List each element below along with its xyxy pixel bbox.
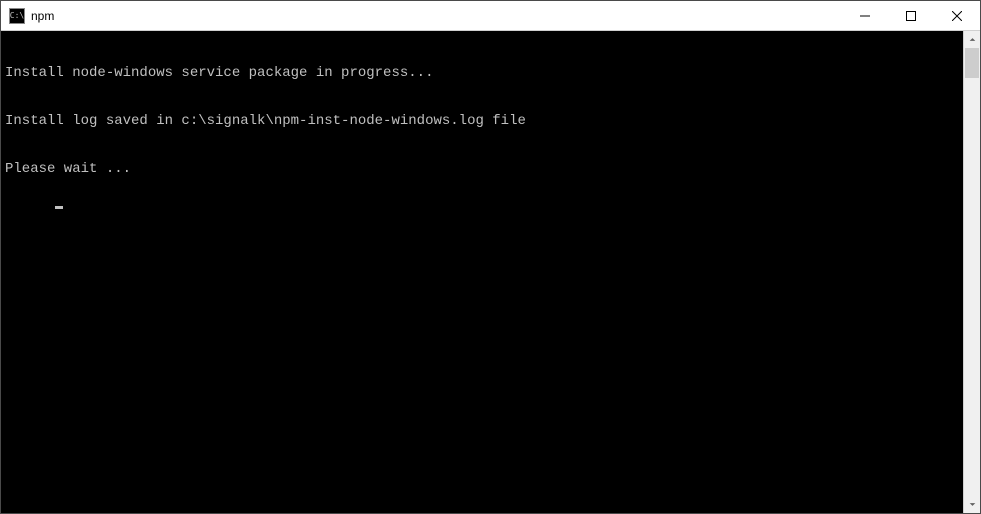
scroll-thumb[interactable]: [965, 48, 979, 78]
content-area: Install node-windows service package in …: [1, 31, 980, 513]
terminal-line: Install node-windows service package in …: [5, 65, 959, 81]
chevron-down-icon: [969, 501, 976, 508]
window-title: npm: [31, 9, 842, 23]
window-controls: [842, 1, 980, 30]
app-icon: C:\: [9, 8, 25, 24]
app-icon-text: C:\: [10, 12, 24, 20]
console-window: C:\ npm Install node-wi: [0, 0, 981, 514]
close-icon: [952, 11, 962, 21]
scroll-track[interactable]: [964, 48, 980, 496]
vertical-scrollbar[interactable]: [963, 31, 980, 513]
scroll-up-button[interactable]: [964, 31, 980, 48]
terminal-line: Install log saved in c:\signalk\npm-inst…: [5, 113, 959, 129]
maximize-icon: [906, 11, 916, 21]
terminal-output[interactable]: Install node-windows service package in …: [1, 31, 963, 513]
terminal-line: Please wait ...: [5, 161, 959, 177]
minimize-button[interactable]: [842, 1, 888, 30]
minimize-icon: [860, 11, 870, 21]
cursor: [55, 206, 63, 209]
close-button[interactable]: [934, 1, 980, 30]
chevron-up-icon: [969, 36, 976, 43]
titlebar[interactable]: C:\ npm: [1, 1, 980, 31]
scroll-down-button[interactable]: [964, 496, 980, 513]
maximize-button[interactable]: [888, 1, 934, 30]
